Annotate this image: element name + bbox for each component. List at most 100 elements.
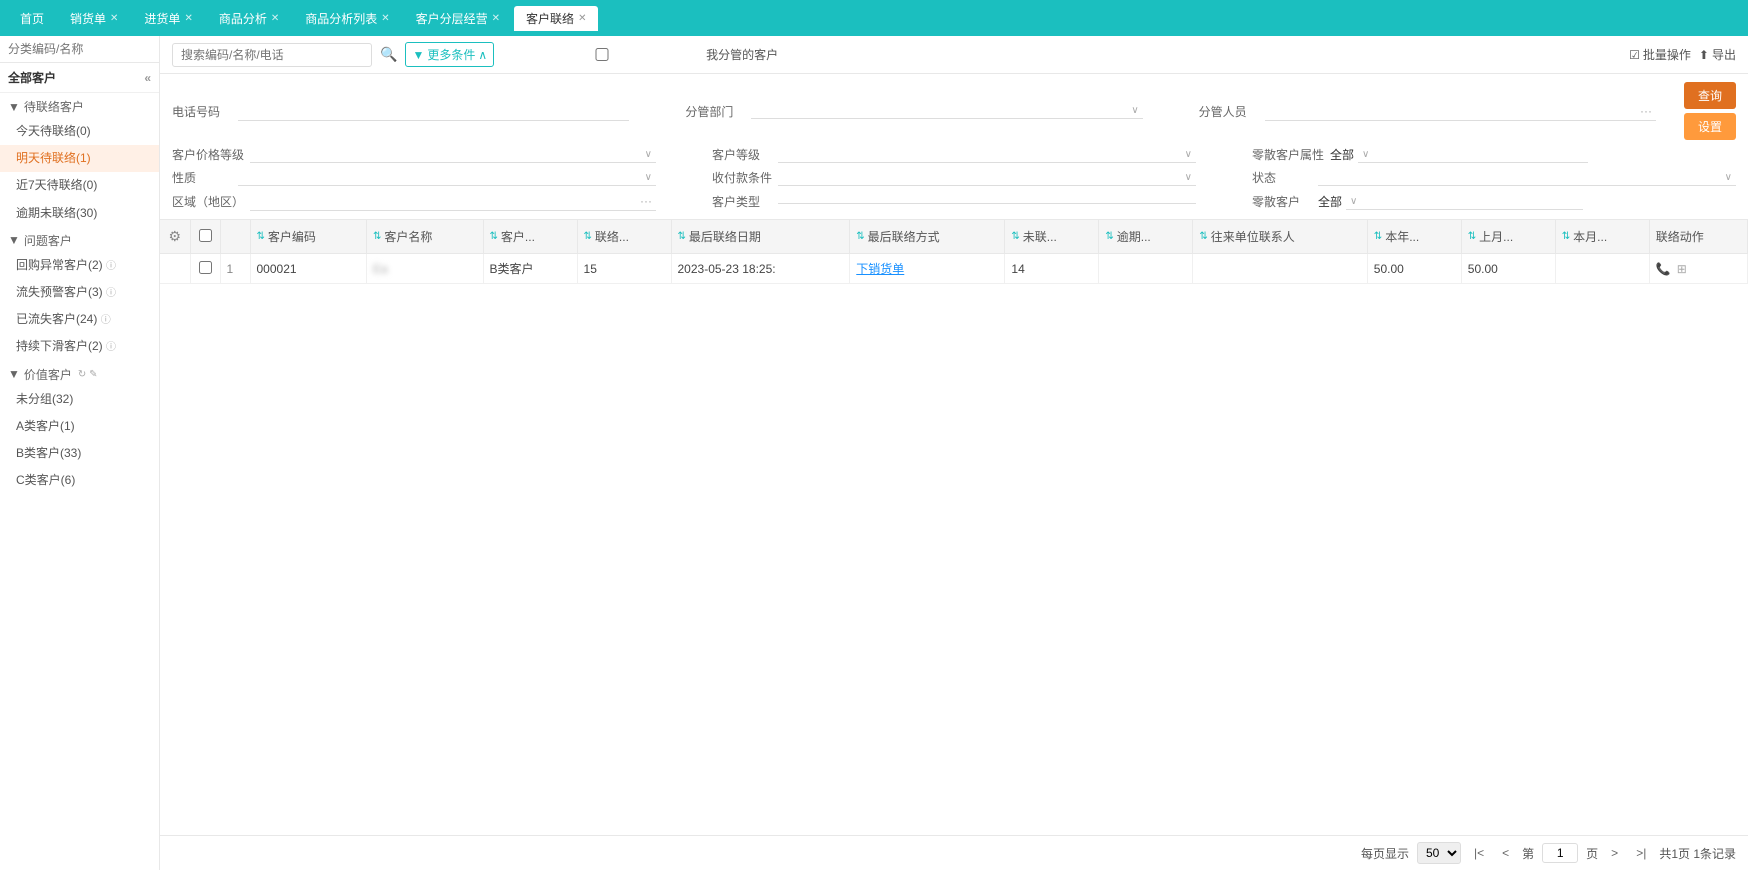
sidebar-group-value-arrow: ▼ [8, 367, 20, 381]
sidebar-item-tomorrow-contact[interactable]: 明天待联络(1) [0, 145, 159, 172]
adv-label-region: 区域（地区） [172, 193, 244, 210]
sort-icon-date[interactable]: ⇅ [678, 231, 686, 242]
sidebar-item-continuous-decline[interactable]: 持续下滑客户(2) ⓘ [0, 333, 159, 360]
sort-icon-name[interactable]: ⇅ [373, 231, 381, 242]
sort-icon-type[interactable]: ⇅ [490, 231, 498, 242]
th-unit-contact: ⇅ 往来单位联系人 [1193, 220, 1367, 254]
filter-bar: 🔍 ▼ 更多条件 ∧ 我分管的客户 ☑ 批量操作 ⬆ 导出 [160, 36, 1748, 74]
adv-select-customer-level[interactable]: ∨ [778, 147, 1196, 163]
advanced-filter-panel: 电话号码 分管部门 ∨ 分管人员 ··· [160, 74, 1748, 220]
sidebar-item-overdue-contact[interactable]: 逾期未联络(30) [0, 200, 159, 227]
checkbox-icon: ☑ [1629, 48, 1640, 62]
export-label: 导出 [1712, 46, 1736, 63]
adv-select-customer-type[interactable] [778, 199, 1196, 204]
filter-icon: ▼ [412, 48, 424, 62]
nav-goods-analysis-close[interactable]: ✕ [271, 13, 279, 24]
search-input[interactable] [172, 43, 372, 67]
adv-select-retail-customer[interactable]: ∨ [1346, 194, 1583, 210]
page-number-input[interactable] [1542, 843, 1578, 863]
select-all-checkbox[interactable] [199, 229, 212, 242]
query-button[interactable]: 查询 [1684, 82, 1736, 109]
row-checkbox[interactable] [199, 261, 212, 274]
nav-purchase-label: 进货单 [144, 10, 180, 27]
nav-home[interactable]: 首页 [8, 6, 56, 31]
adv-select-retail-attr[interactable]: ∨ [1358, 147, 1588, 163]
sidebar-item-class-c[interactable]: C类客户(6) [0, 467, 159, 494]
adv-select-payment[interactable]: ∨ [778, 170, 1196, 186]
pagination-last-icon[interactable]: >| [1631, 843, 1651, 863]
sort-icon[interactable]: ⇅ [257, 231, 265, 242]
pagination-prev-icon[interactable]: < [1497, 843, 1514, 863]
nav-customer-segment-close[interactable]: ✕ [492, 13, 500, 24]
action-call-icon[interactable]: 📞 [1656, 262, 1671, 276]
adv-field-payment: 收付款条件 ∨ [712, 169, 1196, 186]
sort-icon-uncontacted[interactable]: ⇅ [1011, 231, 1019, 242]
sidebar-item-today-contact[interactable]: 今天待联络(0) [0, 118, 159, 145]
sidebar-group-problem[interactable]: ▼ 问题客户 [0, 227, 159, 252]
table-settings-icon[interactable]: ⚙ [168, 228, 181, 244]
nav-purchase[interactable]: 进货单 ✕ [132, 6, 204, 31]
adv-select-gender[interactable]: ∨ [238, 170, 656, 186]
sort-icon-unit[interactable]: ⇅ [1199, 231, 1207, 242]
sidebar-item-week-contact[interactable]: 近7天待联络(0) [0, 172, 159, 199]
pagination-first-icon[interactable]: |< [1469, 843, 1489, 863]
batch-operation-button[interactable]: ☑ 批量操作 [1629, 46, 1691, 63]
sidebar-group-value[interactable]: ▼ 价值客户 ↻ ✎ [0, 361, 159, 386]
nav-customer-segment[interactable]: 客户分层经营 ✕ [404, 6, 512, 31]
page-size-select[interactable]: 50 [1417, 842, 1461, 864]
sort-icon-this-month[interactable]: ⇅ [1562, 231, 1570, 242]
sidebar-item-class-a[interactable]: A类客户(1) [0, 413, 159, 440]
adv-select-price-level[interactable]: ∨ [250, 147, 656, 163]
sidebar-item-repurchase-abnormal[interactable]: 回购异常客户(2) ⓘ [0, 252, 159, 279]
table-header-row: ⚙ ⇅ 客户编码 [160, 220, 1748, 254]
settings-button[interactable]: 设置 [1684, 113, 1736, 140]
sort-icon-contact[interactable]: ⇅ [584, 231, 592, 242]
sidebar-group-pending[interactable]: ▼ 待联络客户 [0, 93, 159, 118]
last-method-link[interactable]: 下销货单 [856, 262, 904, 276]
nav-goods-analysis-list-close[interactable]: ✕ [381, 13, 389, 24]
sort-icon-year[interactable]: ⇅ [1374, 231, 1382, 242]
adv-input-phone[interactable] [238, 102, 629, 121]
sidebar-item-class-a-label: A类客户(1) [16, 419, 75, 433]
batch-operation-label: 批量操作 [1643, 46, 1691, 63]
cell-contact: 15 [577, 254, 671, 284]
sort-icon-method[interactable]: ⇅ [856, 231, 864, 242]
pagination-next-icon[interactable]: > [1606, 843, 1623, 863]
sidebar-item-lost-warning[interactable]: 流失预警客户(3) ⓘ [0, 279, 159, 306]
nav-goods-analysis-list[interactable]: 商品分析列表 ✕ [293, 6, 401, 31]
nav-customer-contact[interactable]: 客户联络 ✕ [514, 6, 598, 31]
th-contact-label: 联络... [595, 228, 629, 245]
more-conditions-label: 更多条件 [427, 46, 475, 63]
cell-no: 1 [220, 254, 250, 284]
sidebar-item-already-lost[interactable]: 已流失客户(24) ⓘ [0, 306, 159, 333]
adv-select-region[interactable]: ··· [250, 192, 656, 211]
adv-label-status: 状态 [1252, 169, 1312, 186]
sort-icon-overdue[interactable]: ⇅ [1105, 231, 1113, 242]
sidebar-item-today-contact-label: 今天待联络(0) [16, 124, 91, 138]
sort-icon-last-month[interactable]: ⇅ [1468, 231, 1476, 242]
sidebar-search-input[interactable] [8, 42, 160, 56]
adv-select-dept[interactable]: ∨ [751, 103, 1142, 119]
nav-goods-analysis[interactable]: 商品分析 ✕ [207, 6, 291, 31]
action-menu-icon[interactable]: ⊞ [1677, 262, 1687, 276]
adv-select-status[interactable]: ∨ [1318, 170, 1736, 186]
price-level-chevron-icon: ∨ [645, 149, 652, 160]
nav-sales-close[interactable]: ✕ [110, 13, 118, 24]
sidebar-item-ungrouped[interactable]: 未分组(32) [0, 386, 159, 413]
nav-purchase-close[interactable]: ✕ [184, 13, 192, 24]
nav-sales[interactable]: 销货单 ✕ [58, 6, 130, 31]
my-customers-checkbox-area: 我分管的客户 [502, 46, 778, 63]
adv-select-person[interactable]: ··· [1265, 102, 1656, 121]
sidebar-group-value-label: 价值客户 [24, 366, 72, 383]
adv-field-customer-type: 客户类型 [712, 193, 1196, 210]
my-customers-checkbox[interactable] [502, 48, 702, 61]
nav-customer-contact-close[interactable]: ✕ [578, 13, 586, 24]
search-icon[interactable]: 🔍 [380, 46, 397, 63]
sidebar-collapse-icon[interactable]: « [144, 71, 151, 85]
sidebar-item-class-b[interactable]: B类客户(33) [0, 440, 159, 467]
export-button[interactable]: ⬆ 导出 [1699, 46, 1736, 63]
more-conditions-button[interactable]: ▼ 更多条件 ∧ [405, 42, 494, 67]
sidebar-all-customers-label: 全部客户 [8, 69, 56, 86]
sidebar-all-customers[interactable]: 全部客户 « [0, 63, 159, 93]
sidebar-item-continuous-decline-label: 持续下滑客户(2) [16, 339, 103, 353]
